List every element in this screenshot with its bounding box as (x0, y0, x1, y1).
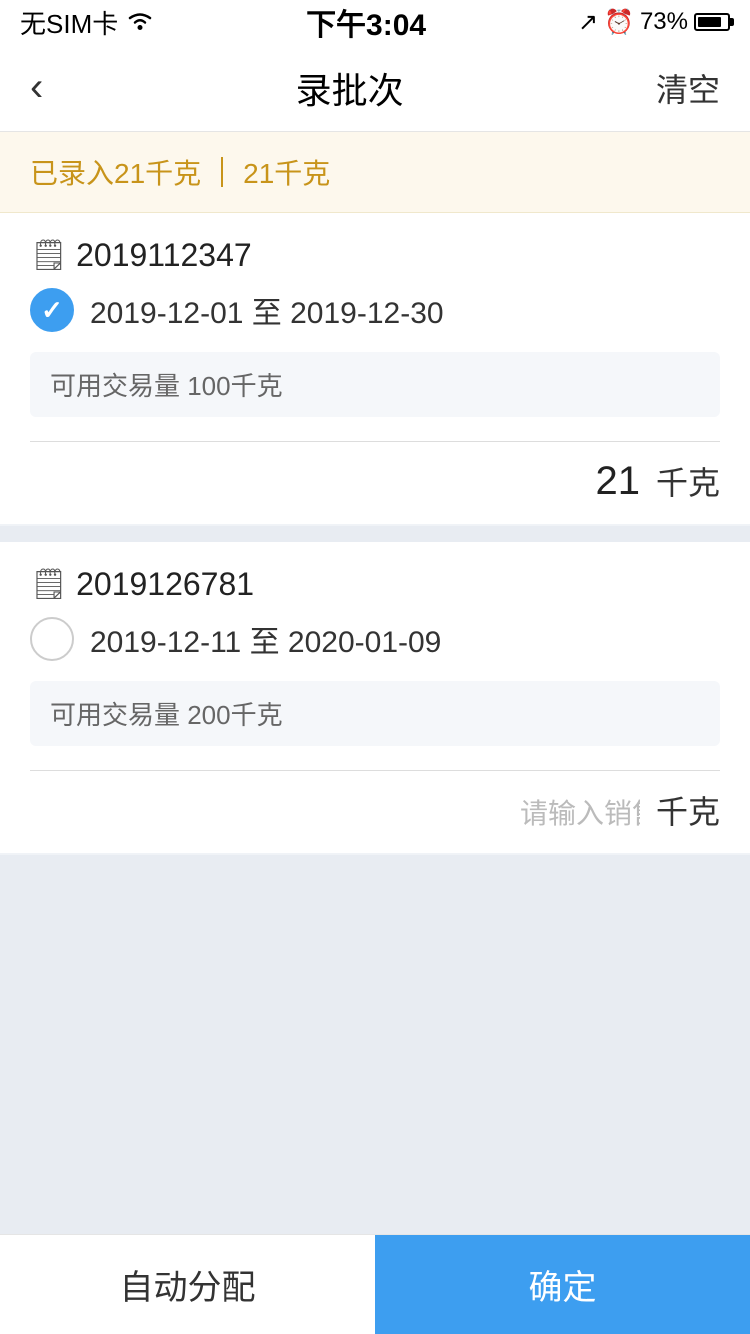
auto-distribute-button[interactable]: 自动分配 (0, 1235, 375, 1334)
radio-2[interactable] (30, 617, 74, 661)
alarm-icon: ⏰ (604, 8, 634, 37)
batch-card-2: 🗒 2019126781 2019-12-11 至 2020-01-09 可用交… (0, 542, 750, 853)
batch-id-2: 2019126781 (76, 566, 254, 603)
quantity-input-2[interactable] (520, 788, 640, 833)
batch-id-1: 2019112347 (76, 237, 252, 274)
nav-bar: ‹ 录批次 清空 (0, 44, 750, 132)
page-title: 录批次 (296, 62, 404, 114)
recorded-label: 已录入21千克 (30, 152, 201, 192)
unit-1: 千克 (656, 458, 720, 504)
battery-percent: 73% (640, 8, 688, 36)
location-icon: ↗ (578, 8, 598, 37)
battery-icon (694, 13, 730, 31)
back-button[interactable]: ‹ (30, 65, 43, 110)
wifi-icon (126, 7, 154, 38)
batch-icon-1: 🗒 (30, 238, 68, 273)
no-sim-text: 无SIM卡 (20, 4, 118, 41)
quantity-row-1: 千克 (0, 442, 750, 524)
quantity-input-1[interactable] (520, 459, 640, 504)
banner-divider (221, 157, 223, 187)
batch-card-1: 🗒 2019112347 2019-12-01 至 2019-12-30 可用交… (0, 213, 750, 524)
available-1: 可用交易量 100千克 (30, 352, 720, 417)
batch-icon-2: 🗒 (30, 567, 68, 602)
radio-1[interactable] (30, 288, 74, 332)
status-bar: 无SIM卡 下午3:04 ↗ ⏰ 73% (0, 0, 750, 44)
section-divider (0, 526, 750, 542)
status-left: 无SIM卡 (20, 4, 154, 41)
clear-button[interactable]: 清空 (656, 65, 720, 111)
recorded-value: 21千克 (243, 152, 330, 192)
confirm-button[interactable]: 确定 (375, 1235, 750, 1334)
empty-area (0, 855, 750, 1275)
bottom-bar: 自动分配 确定 (0, 1234, 750, 1334)
batch-date-1: 2019-12-01 至 2019-12-30 (90, 288, 444, 332)
available-2: 可用交易量 200千克 (30, 681, 720, 746)
unit-2: 千克 (656, 787, 720, 833)
quantity-row-2: 千克 (0, 771, 750, 853)
status-time: 下午3:04 (306, 0, 426, 44)
info-banner: 已录入21千克 21千克 (0, 132, 750, 213)
batch-date-2: 2019-12-11 至 2020-01-09 (90, 617, 441, 661)
status-right: ↗ ⏰ 73% (578, 8, 730, 37)
